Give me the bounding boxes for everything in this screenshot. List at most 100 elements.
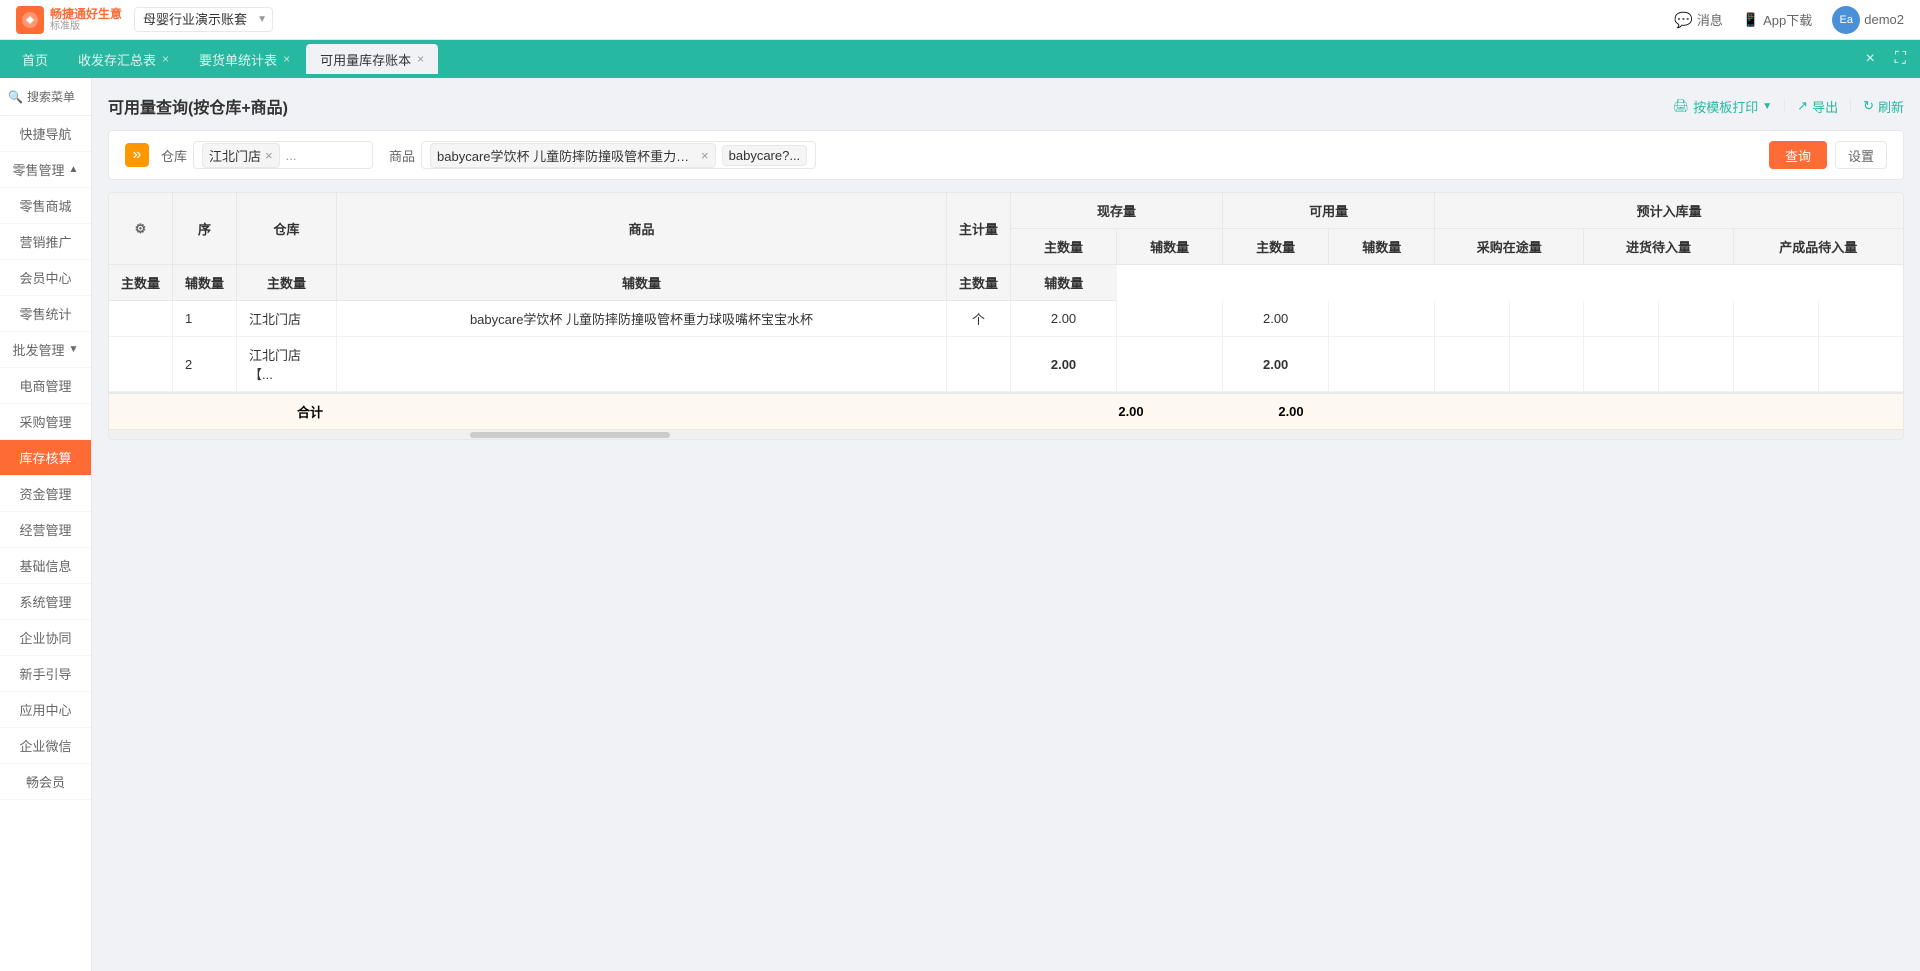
export-button[interactable]: ↗ 导出 [1797, 97, 1838, 116]
col-goods-main-sub: 主数量 [237, 265, 337, 301]
warehouse-tag-close[interactable]: × [265, 148, 273, 163]
col-goods-aux-sub: 辅数量 [337, 265, 947, 301]
sidebar-item-finance-label: 资金管理 [19, 487, 71, 502]
row1-purchase-main-cell [1435, 301, 1510, 337]
col-forecast-group: 预计入库量 [1435, 193, 1903, 229]
close-all-tabs-button[interactable]: × [1859, 48, 1880, 70]
app-download-button[interactable]: 📱 App下载 [1743, 10, 1812, 29]
col-purchase-transit: 采购在途量 [1435, 229, 1584, 265]
product-input[interactable]: babycare学饮杯 儿童防摔防撞吸管杯重力球吸嘴杯宝宝水杯 × babyca… [421, 141, 816, 169]
user-profile-button[interactable]: Ea demo2 [1832, 6, 1904, 34]
sidebar-item-quick-nav[interactable]: 快捷导航 [0, 116, 91, 152]
tab-bar-actions: × ⛶ [1859, 48, 1912, 70]
sidebar-item-business[interactable]: 经营管理 [0, 512, 91, 548]
industry-select[interactable]: 母婴行业演示账套 [134, 7, 273, 32]
top-bar-right: 💬 消息 📱 App下载 Ea demo2 [1674, 6, 1904, 34]
message-icon: 💬 [1674, 11, 1693, 29]
tab-receive-summary-close[interactable]: × [162, 53, 169, 65]
tab-order-stats-close[interactable]: × [283, 53, 290, 65]
app-download-label: App下载 [1763, 10, 1812, 29]
row1-purchase-aux-cell [1509, 301, 1584, 337]
query-button[interactable]: 查询 [1769, 141, 1827, 169]
col-current-stock-group: 现存量 [1010, 193, 1222, 229]
table-footer: 合计 2.00 2.00 [109, 392, 1903, 429]
sidebar-item-newbie-label: 新手引导 [19, 667, 71, 682]
sidebar-item-finance[interactable]: 资金管理 [0, 476, 91, 512]
col-production-pending: 产成品待入量 [1733, 229, 1903, 265]
print-label: 按模板打印 [1693, 97, 1758, 116]
expand-tab-button[interactable]: ⛶ [1889, 48, 1912, 70]
col-avail-main: 主数量 [1223, 229, 1329, 265]
industry-select-wrap[interactable]: 母婴行业演示账套 ▼ [134, 7, 273, 32]
sidebar-item-retail-stats[interactable]: 零售统计 [0, 296, 91, 332]
sidebar-item-wholesale-mgmt[interactable]: 批发管理 ▼ [0, 332, 91, 368]
refresh-button[interactable]: ↻ 刷新 [1863, 97, 1904, 116]
horizontal-scrollbar[interactable] [109, 429, 1903, 439]
col-current-aux: 辅数量 [1117, 229, 1223, 265]
warehouse-more-icon[interactable]: ... [286, 148, 297, 163]
col-product-header: 商品 [337, 193, 947, 265]
logo-main-text: 畅捷通好生意 [50, 7, 122, 23]
retail-mgmt-expand-icon: ▲ [69, 164, 79, 175]
col-available-group: 可用量 [1223, 193, 1435, 229]
sidebar-item-retail-mall[interactable]: 零售商城 [0, 188, 91, 224]
footer-label: 合计 [297, 402, 1031, 421]
table-row: 1 江北门店 babycare学饮杯 儿童防摔防撞吸管杯重力球吸嘴杯宝宝水杯 个… [109, 301, 1903, 337]
settings-button[interactable]: 设置 [1835, 141, 1887, 169]
row2-current-main-cell: 2.00 [1010, 337, 1116, 392]
row1-production-aux-cell [1819, 301, 1903, 337]
sidebar-item-enterprise-collab[interactable]: 企业协同 [0, 620, 91, 656]
row2-warehouse-cell: 江北门店【... [237, 337, 337, 392]
col-purchase-main-sub: 主数量 [109, 265, 173, 301]
filter-toggle-button[interactable]: » [125, 143, 149, 167]
row2-purchase-main-cell [1435, 337, 1510, 392]
row1-unit-cell: 个 [946, 301, 1010, 337]
sidebar-item-inventory[interactable]: 库存核算 [0, 440, 91, 476]
scrollbar-thumb[interactable] [470, 432, 670, 438]
sidebar-item-system-label: 系统管理 [19, 595, 71, 610]
sidebar-item-retail-mgmt-label: 零售管理 [13, 160, 65, 179]
col-warehouse-header: 仓库 [237, 193, 337, 265]
avatar: Ea [1832, 6, 1860, 34]
footer-current-main-value: 2.00 [1118, 404, 1143, 419]
sidebar-search-button[interactable]: 🔍 搜索菜单 [0, 78, 91, 116]
filter-actions: 查询 设置 [1769, 141, 1887, 169]
product-tag-1-text: babycare学饮杯 儿童防摔防撞吸管杯重力球吸嘴杯宝宝水杯 [437, 146, 697, 165]
tab-available-stock[interactable]: 可用量库存账本 × [306, 44, 438, 74]
print-dropdown-icon: ▼ [1762, 101, 1772, 112]
sidebar-item-basics-label: 基础信息 [19, 559, 71, 574]
row1-index-cell: 1 [173, 301, 237, 337]
tab-available-stock-close[interactable]: × [417, 53, 424, 65]
row2-current-aux-cell [1117, 337, 1223, 392]
footer-avail-main-value: 2.00 [1278, 404, 1303, 419]
sidebar-item-newbie[interactable]: 新手引导 [0, 656, 91, 692]
refresh-icon: ↻ [1863, 98, 1874, 114]
sidebar-item-member[interactable]: 会员中心 [0, 260, 91, 296]
product-tag-1-close[interactable]: × [701, 148, 709, 163]
sidebar-item-member-plus[interactable]: 畅会员 [0, 764, 91, 800]
sidebar-item-enterprise-wechat[interactable]: 企业微信 [0, 728, 91, 764]
row2-avail-aux-cell [1329, 337, 1435, 392]
sidebar-item-member-label: 会员中心 [19, 271, 71, 286]
tab-home[interactable]: 首页 [8, 44, 62, 74]
row1-goods-aux-cell [1658, 301, 1733, 337]
sidebar-item-basics[interactable]: 基础信息 [0, 548, 91, 584]
col-current-main: 主数量 [1010, 229, 1116, 265]
sidebar-item-purchase[interactable]: 采购管理 [0, 404, 91, 440]
print-template-button[interactable]: 🖨 按模板打印 ▼ [1673, 97, 1772, 116]
top-bar: 畅捷通好生意 标准版 母婴行业演示账套 ▼ 💬 消息 📱 App下载 Ea de… [0, 0, 1920, 40]
sidebar-item-app-center[interactable]: 应用中心 [0, 692, 91, 728]
sidebar-item-system[interactable]: 系统管理 [0, 584, 91, 620]
tab-order-stats[interactable]: 要货单统计表 × [185, 44, 304, 74]
col-settings-header[interactable]: ⚙ [109, 193, 173, 265]
product-filter: 商品 babycare学饮杯 儿童防摔防撞吸管杯重力球吸嘴杯宝宝水杯 × bab… [389, 141, 816, 169]
warehouse-input[interactable]: 江北门店 × ... [193, 141, 373, 169]
tab-receive-summary[interactable]: 收发存汇总表 × [64, 44, 183, 74]
sidebar: 🔍 搜索菜单 快捷导航 零售管理 ▲ 零售商城 营销推广 会员中心 零售统计 批… [0, 78, 92, 971]
sidebar-item-retail-mgmt[interactable]: 零售管理 ▲ [0, 152, 91, 188]
divider-2 [1850, 99, 1851, 113]
message-button[interactable]: 💬 消息 [1674, 10, 1723, 29]
sidebar-item-marketing[interactable]: 营销推广 [0, 224, 91, 260]
col-production-main-sub: 主数量 [946, 265, 1010, 301]
sidebar-item-ecommerce[interactable]: 电商管理 [0, 368, 91, 404]
